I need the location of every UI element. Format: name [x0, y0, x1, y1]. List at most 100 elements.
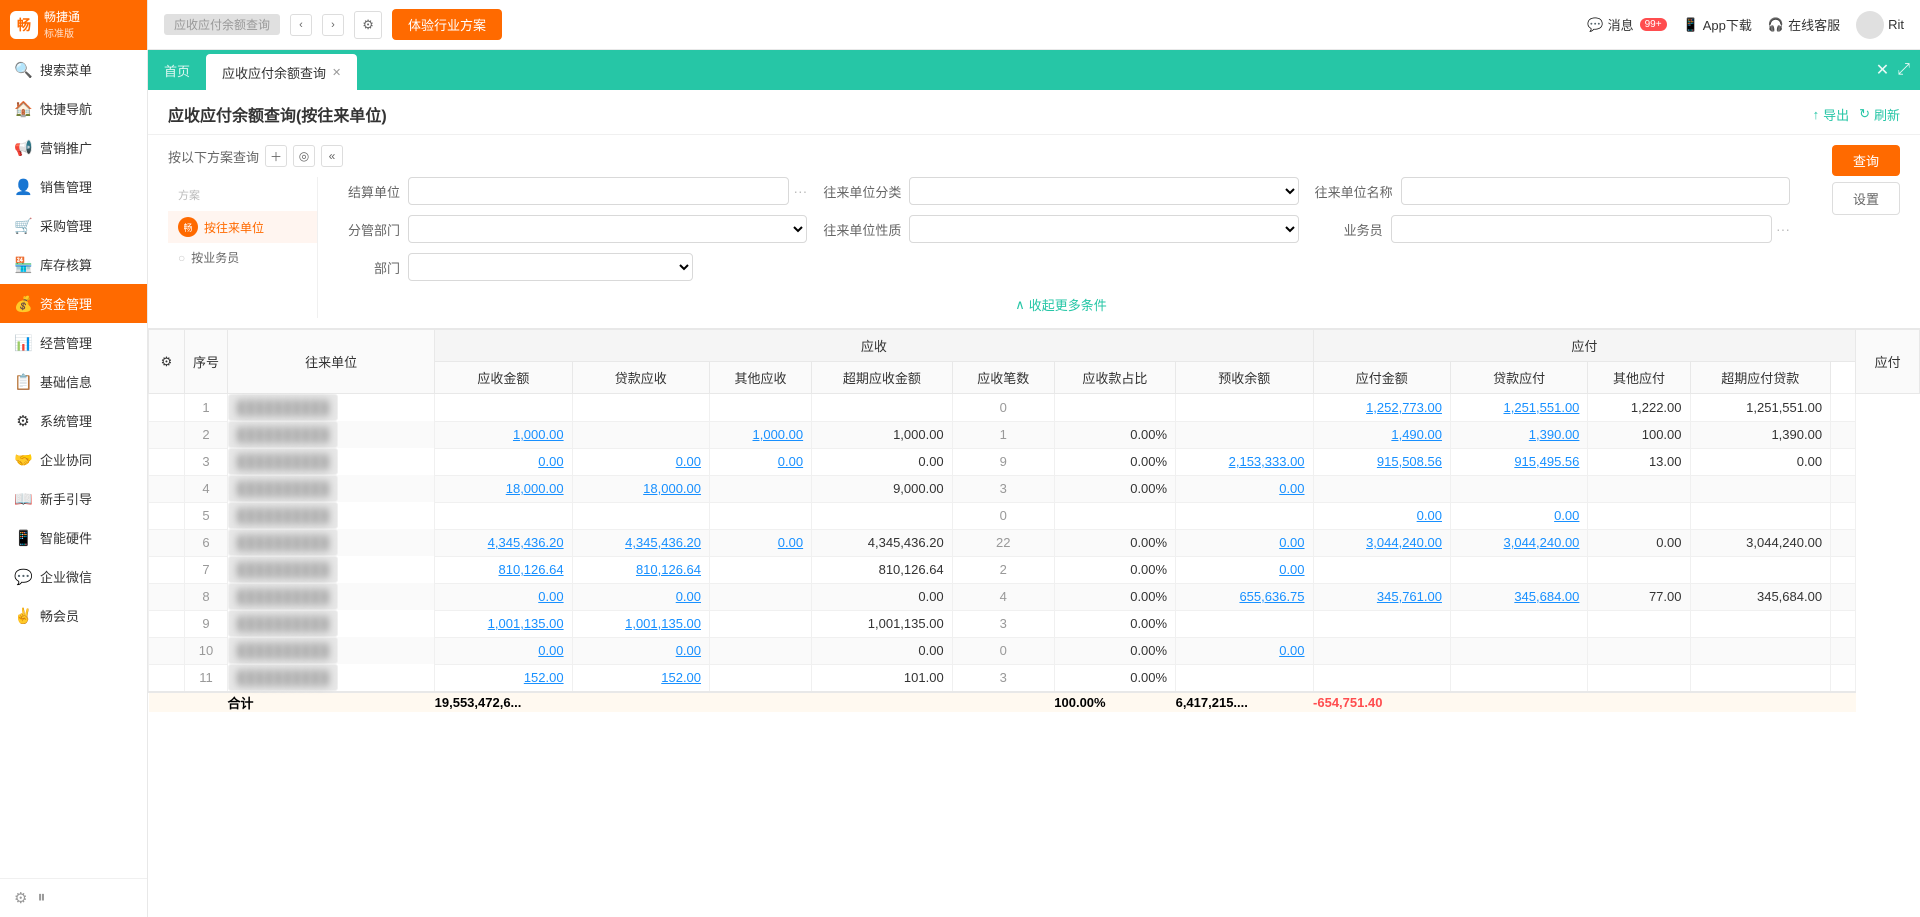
collapse-more-btn[interactable]: ∧ 收起更多条件 [332, 291, 1790, 318]
table-cell[interactable]: 2,153,333.00 [1176, 448, 1313, 475]
sidebar-label-purchase: 采购管理 [40, 216, 92, 235]
sidebar-item-inventory[interactable]: 🏪 库存核算 [0, 245, 147, 284]
sidebar-item-purchase[interactable]: 🛒 采购管理 [0, 206, 147, 245]
table-cell[interactable] [435, 502, 572, 529]
table-cell: 345,684.00 [1690, 583, 1831, 610]
sidebar-item-system[interactable]: ⚙ 系统管理 [0, 401, 147, 440]
scheme-by-salesperson[interactable]: ○ 按业务员 [168, 243, 317, 272]
setting-button[interactable]: 设置 [1832, 182, 1900, 215]
table-cell[interactable]: 4,345,436.20 [572, 529, 709, 556]
scheme-by-unit[interactable]: 畅 按往来单位 [168, 211, 317, 243]
table-cell[interactable]: 1,000.00 [710, 421, 812, 448]
settings-filter-btn[interactable]: ◎ [293, 145, 315, 167]
table-cell[interactable]: 1,252,773.00 [1313, 394, 1450, 422]
table-cell[interactable]: 0.00 [710, 448, 812, 475]
salesperson-dots[interactable]: ··· [1776, 221, 1790, 237]
table-cell[interactable]: 0.00 [1176, 529, 1313, 556]
table-cell[interactable] [572, 421, 709, 448]
table-cell[interactable]: 1,000.00 [435, 421, 572, 448]
table-cell[interactable]: 915,495.56 [1450, 448, 1587, 475]
dept-manage-select[interactable] [408, 215, 807, 243]
table-cell[interactable]: 1,251,551.00 [1450, 394, 1587, 422]
nav-prev-btn[interactable]: ‹ [290, 14, 312, 36]
settlement-unit-dots[interactable]: ··· [793, 183, 807, 199]
table-cell[interactable]: 3,044,240.00 [1450, 529, 1587, 556]
settlement-unit-input[interactable] [408, 177, 789, 205]
table-cell[interactable]: 0.00 [1313, 502, 1450, 529]
solution-button[interactable]: 体验行业方案 [392, 9, 502, 40]
table-cell[interactable]: 810,126.64 [435, 556, 572, 583]
sidebar-item-marketing[interactable]: 📢 营销推广 [0, 128, 147, 167]
sidebar-item-quicknav[interactable]: 🏠 快捷导航 [0, 89, 147, 128]
table-cell[interactable]: 4,345,436.20 [435, 529, 572, 556]
unit-category-select[interactable] [909, 177, 1298, 205]
table-cell[interactable]: 0.00 [572, 583, 709, 610]
online-service-btn[interactable]: 🎧 在线客服 [1768, 15, 1840, 34]
table-cell[interactable]: 345,684.00 [1450, 583, 1587, 610]
table-cell[interactable]: 152.00 [435, 664, 572, 692]
table-cell [710, 664, 812, 692]
refresh-button[interactable]: ↻ 刷新 [1859, 105, 1900, 124]
add-filter-btn[interactable]: ＋ [265, 145, 287, 167]
table-cell[interactable]: 0.00 [435, 448, 572, 475]
sidebar-item-search[interactable]: 🔍 搜索菜单 [0, 50, 147, 89]
tab-close-icon[interactable]: ✕ [332, 66, 341, 79]
sidebar-item-operation[interactable]: 📊 经营管理 [0, 323, 147, 362]
table-cell[interactable]: 810,126.64 [572, 556, 709, 583]
sidebar-item-hardware[interactable]: 📱 智能硬件 [0, 518, 147, 557]
sidebar-item-guide[interactable]: 📖 新手引导 [0, 479, 147, 518]
tab-expand-icon[interactable]: ⤢ [1897, 61, 1910, 79]
table-cell[interactable] [572, 502, 709, 529]
nav-next-btn[interactable]: › [322, 14, 344, 36]
tab-ar-query[interactable]: 应收应付余额查询 ✕ [206, 54, 357, 90]
export-button[interactable]: ↑ 导出 [1813, 105, 1850, 124]
table-cell[interactable] [435, 394, 572, 422]
table-cell[interactable]: 3,044,240.00 [1313, 529, 1450, 556]
table-cell [1588, 475, 1690, 502]
table-cell[interactable]: 0.00 [435, 637, 572, 664]
table-cell[interactable]: 0.00 [572, 448, 709, 475]
gear-btn[interactable]: ⚙ [354, 11, 382, 39]
table-cell[interactable]: 0.00 [435, 583, 572, 610]
collapse-filter-btn[interactable]: « [321, 145, 343, 167]
sidebar-item-wechat[interactable]: 💬 企业微信 [0, 557, 147, 596]
table-cell[interactable]: 0.00 [1176, 637, 1313, 664]
query-button[interactable]: 查询 [1832, 145, 1900, 176]
footer-ar-advance-cell[interactable]: 6,417,215.... [1176, 692, 1313, 712]
sidebar-item-basic[interactable]: 📋 基础信息 [0, 362, 147, 401]
sidebar-item-sales[interactable]: 👤 销售管理 [0, 167, 147, 206]
table-cell[interactable]: 1,490.00 [1313, 421, 1450, 448]
unit-nature-select[interactable] [909, 215, 1298, 243]
app-download-btn[interactable]: 📱 App下载 [1683, 15, 1752, 34]
table-cell[interactable]: 1,001,135.00 [572, 610, 709, 637]
table-cell[interactable] [572, 394, 709, 422]
table-cell[interactable]: 152.00 [572, 664, 709, 692]
tab-home[interactable]: 首页 [148, 50, 206, 90]
table-cell[interactable]: 655,636.75 [1176, 583, 1313, 610]
table-cell[interactable]: 18,000.00 [572, 475, 709, 502]
table-cell[interactable]: 345,761.00 [1313, 583, 1450, 610]
unit-name-input[interactable] [1401, 177, 1790, 205]
table-cell[interactable]: 0.00 [710, 529, 812, 556]
dept-manage-label: 分管部门 [332, 220, 400, 239]
footer-ar-amount-cell[interactable]: 19,553,472,6... [435, 692, 572, 712]
sidebar-item-member[interactable]: ✌ 畅会员 [0, 596, 147, 635]
messages-btn[interactable]: 💬 消息 99+ [1587, 15, 1666, 34]
sidebar-item-finance[interactable]: 💰 资金管理 [0, 284, 147, 323]
table-cell[interactable]: 1,001,135.00 [435, 610, 572, 637]
table-cell [149, 583, 185, 610]
sidebar-item-collab[interactable]: 🤝 企业协同 [0, 440, 147, 479]
salesperson-input[interactable] [1391, 215, 1772, 243]
dept-select[interactable] [408, 253, 693, 281]
tab-close-all-icon[interactable]: ✕ [1876, 60, 1889, 80]
table-cell[interactable]: 1,390.00 [1450, 421, 1587, 448]
table-cell[interactable]: 0.00 [572, 637, 709, 664]
table-cell[interactable]: 915,508.56 [1313, 448, 1450, 475]
collapse-icon[interactable]: ⏸ [37, 889, 45, 907]
table-cell[interactable]: 0.00 [1176, 475, 1313, 502]
table-cell[interactable]: 0.00 [1176, 556, 1313, 583]
table-cell[interactable]: 0.00 [1450, 502, 1587, 529]
user-area[interactable]: Rit [1856, 11, 1904, 39]
table-cell[interactable]: 18,000.00 [435, 475, 572, 502]
settings-bottom-icon[interactable]: ⚙ [14, 889, 27, 907]
